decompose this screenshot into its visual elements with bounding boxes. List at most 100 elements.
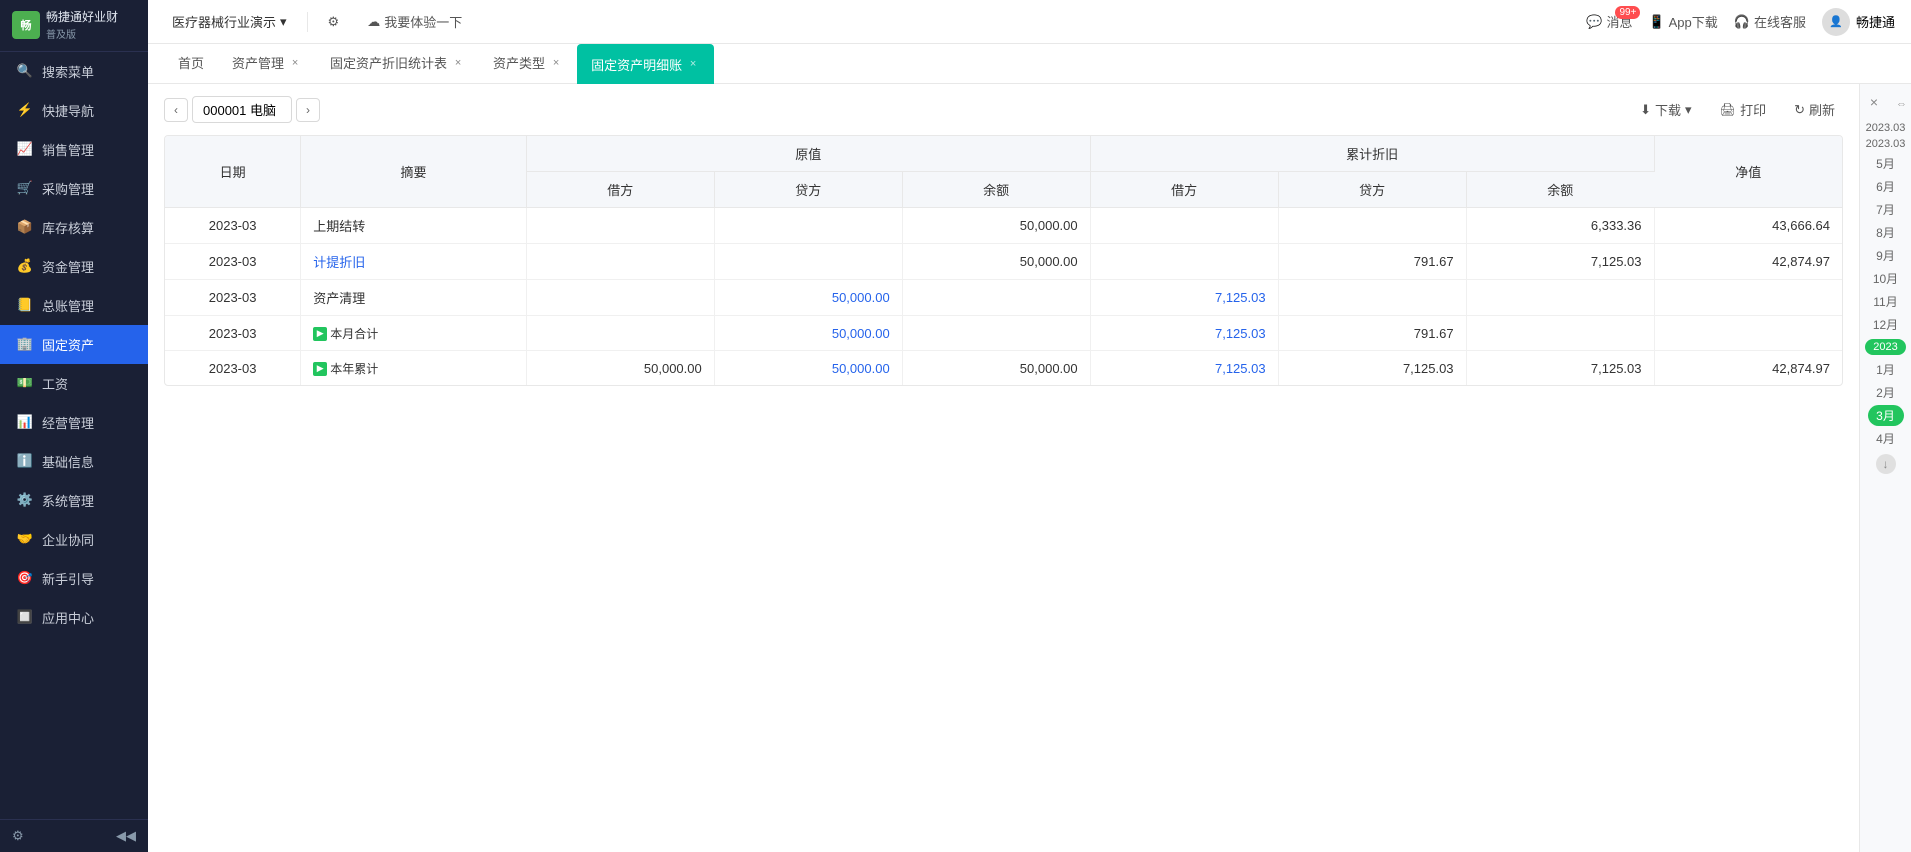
td-acc-balance: 6,333.36 <box>1466 208 1654 244</box>
th-balance: 余额 <box>902 172 1090 208</box>
messages-btn[interactable]: 💬 消息 99+ <box>1586 12 1632 31</box>
settings-icon[interactable]: ⚙ <box>12 828 24 844</box>
tab-home[interactable]: 首页 <box>164 44 218 84</box>
sidebar-item-enterprise[interactable]: 🤝 企业协同 <box>0 520 148 559</box>
sidebar-icon-enterprise: 🤝 <box>16 530 34 548</box>
sidebar-item-sales[interactable]: 📈 销售管理 <box>0 130 148 169</box>
td-orig-credit: 50,000.00 <box>714 280 902 316</box>
sidebar-label-sales: 销售管理 <box>42 140 94 159</box>
sidebar-label-system: 系统管理 <box>42 491 94 510</box>
sidebar-item-operations[interactable]: 📊 经营管理 <box>0 403 148 442</box>
tl-month-item[interactable]: 4月 <box>1860 427 1911 450</box>
asset-code-box: 000001 电脑 <box>192 96 292 123</box>
td-summary: 计提折旧 <box>301 244 527 280</box>
tl-month-item[interactable]: 2月 <box>1860 381 1911 404</box>
nav-arrows: ‹ 000001 电脑 › <box>164 96 320 123</box>
td-summary: 上期结转 <box>301 208 527 244</box>
toolbar-actions: ⬇ 下载 ▾ 🖨 打印 ↻ 刷新 <box>1632 96 1843 123</box>
username: 畅捷通 <box>1856 12 1895 31</box>
company-selector[interactable]: 医疗器械行业演示 ▾ <box>164 8 295 35</box>
print-btn[interactable]: 🖨 打印 <box>1712 96 1775 123</box>
td-acc-credit: 791.67 <box>1278 316 1466 351</box>
sidebar-item-fixed-assets[interactable]: 🏢 固定资产 <box>0 325 148 364</box>
tab-depreciation-table[interactable]: 固定资产折旧统计表× <box>316 44 479 84</box>
sidebar-label-basic-info: 基础信息 <box>42 452 94 471</box>
company-name: 医疗器械行业演示 <box>172 12 276 31</box>
td-orig-credit <box>714 208 902 244</box>
tab-close-asset-type[interactable]: × <box>549 56 563 70</box>
td-acc-credit <box>1278 208 1466 244</box>
sidebar-label-operations: 经营管理 <box>42 413 94 432</box>
tl-month-item[interactable]: 3月 <box>1868 405 1904 426</box>
toolbar-row: ‹ 000001 电脑 › ⬇ 下载 ▾ � <box>164 96 1843 123</box>
tab-asset-detail[interactable]: 固定资产明细账× <box>577 44 714 84</box>
td-acc-debit <box>1090 244 1278 280</box>
timeline-close-btn[interactable]: × <box>1864 92 1884 112</box>
sidebar-icon-guide: 🎯 <box>16 569 34 587</box>
cloud-icon: ☁ <box>367 14 380 30</box>
td-orig-debit <box>526 316 714 351</box>
tab-asset-type[interactable]: 资产类型× <box>479 44 577 84</box>
sidebar-item-purchase[interactable]: 🛒 采购管理 <box>0 169 148 208</box>
tl-expand-btn[interactable]: ↓ <box>1876 454 1896 474</box>
logo-title: 畅捷通好业财 <box>46 10 118 26</box>
tl-month-item[interactable]: 1月 <box>1860 358 1911 381</box>
download-icon: ⬇ <box>1640 102 1651 118</box>
tl-month-item[interactable]: 8月 <box>1860 221 1911 244</box>
tl-year-badge[interactable]: 2023 <box>1865 339 1905 355</box>
download-btn[interactable]: ⬇ 下载 ▾ <box>1632 96 1699 123</box>
tab-close-asset-mgmt[interactable]: × <box>288 56 302 70</box>
sidebar-icon-payroll: 💵 <box>16 374 34 392</box>
sidebar-item-payroll[interactable]: 💵 工资 <box>0 364 148 403</box>
experience-btn[interactable]: ☁ 我要体验一下 <box>359 8 470 35</box>
settings-btn[interactable]: ⚙ <box>320 10 348 34</box>
sidebar-item-system[interactable]: ⚙️ 系统管理 <box>0 481 148 520</box>
sidebar-item-inventory[interactable]: 📦 库存核算 <box>0 208 148 247</box>
tab-close-depreciation-table[interactable]: × <box>451 56 465 70</box>
refresh-icon: ↻ <box>1794 102 1805 118</box>
tl-year-top-1: 2023.03 <box>1866 120 1906 136</box>
sidebar-icon-inventory: 📦 <box>16 218 34 236</box>
th-acc-balance: 余额 <box>1466 172 1654 208</box>
sidebar-item-ledger[interactable]: 📒 总账管理 <box>0 286 148 325</box>
sidebar-icon-finance: 💰 <box>16 257 34 275</box>
th-accumulated-dep: 累计折旧 <box>1090 136 1654 172</box>
td-date: 2023-03 <box>165 244 301 280</box>
customer-service-btn[interactable]: 🎧 在线客服 <box>1734 12 1806 31</box>
sidebar-item-finance[interactable]: 💰 资金管理 <box>0 247 148 286</box>
tabs-bar: 首页资产管理×固定资产折旧统计表×资产类型×固定资产明细账× <box>148 44 1911 84</box>
next-btn[interactable]: › <box>296 98 320 122</box>
prev-btn[interactable]: ‹ <box>164 98 188 122</box>
sidebar-item-guide[interactable]: 🎯 新手引导 <box>0 559 148 598</box>
td-net-value <box>1654 280 1842 316</box>
th-date: 日期 <box>165 136 301 208</box>
refresh-btn[interactable]: ↻ 刷新 <box>1786 96 1843 123</box>
app-download-btn[interactable]: 📱 App下载 <box>1648 12 1717 31</box>
th-original-value: 原值 <box>526 136 1090 172</box>
sidebar-icon-basic-info: ℹ️ <box>16 452 34 470</box>
divider <box>307 12 308 32</box>
td-summary: ▶本年累计 <box>301 351 527 386</box>
user-area[interactable]: 👤 畅捷通 <box>1822 8 1895 36</box>
expand-icon[interactable]: ⇔ <box>1896 98 1907 110</box>
tl-month-item[interactable]: 10月 <box>1860 267 1911 290</box>
sidebar-item-quick-nav[interactable]: ⚡ 快捷导航 <box>0 91 148 130</box>
sidebar-item-search[interactable]: 🔍 搜索菜单 <box>0 52 148 91</box>
sidebar-item-app-center[interactable]: 🔲 应用中心 <box>0 598 148 637</box>
tab-close-asset-detail[interactable]: × <box>686 57 700 71</box>
tl-month-item[interactable]: 11月 <box>1860 290 1911 313</box>
tl-month-item[interactable]: 7月 <box>1860 198 1911 221</box>
tl-month-item[interactable]: 6月 <box>1860 175 1911 198</box>
gear-icon: ⚙ <box>328 14 340 30</box>
sidebar-label-inventory: 库存核算 <box>42 218 94 237</box>
print-label: 打印 <box>1740 100 1766 119</box>
tl-month-item[interactable]: 9月 <box>1860 244 1911 267</box>
prev-icon: ‹ <box>174 103 178 117</box>
collapse-icon[interactable]: ◀◀ <box>116 828 136 844</box>
tab-asset-mgmt[interactable]: 资产管理× <box>218 44 316 84</box>
th-acc-credit: 贷方 <box>1278 172 1466 208</box>
sidebar-item-basic-info[interactable]: ℹ️ 基础信息 <box>0 442 148 481</box>
tl-month-item[interactable]: 12月 <box>1860 313 1911 336</box>
tl-month-item[interactable]: 5月 <box>1860 152 1911 175</box>
table-row: 2023-03 资产清理 50,000.00 7,125.03 <box>165 280 1842 316</box>
